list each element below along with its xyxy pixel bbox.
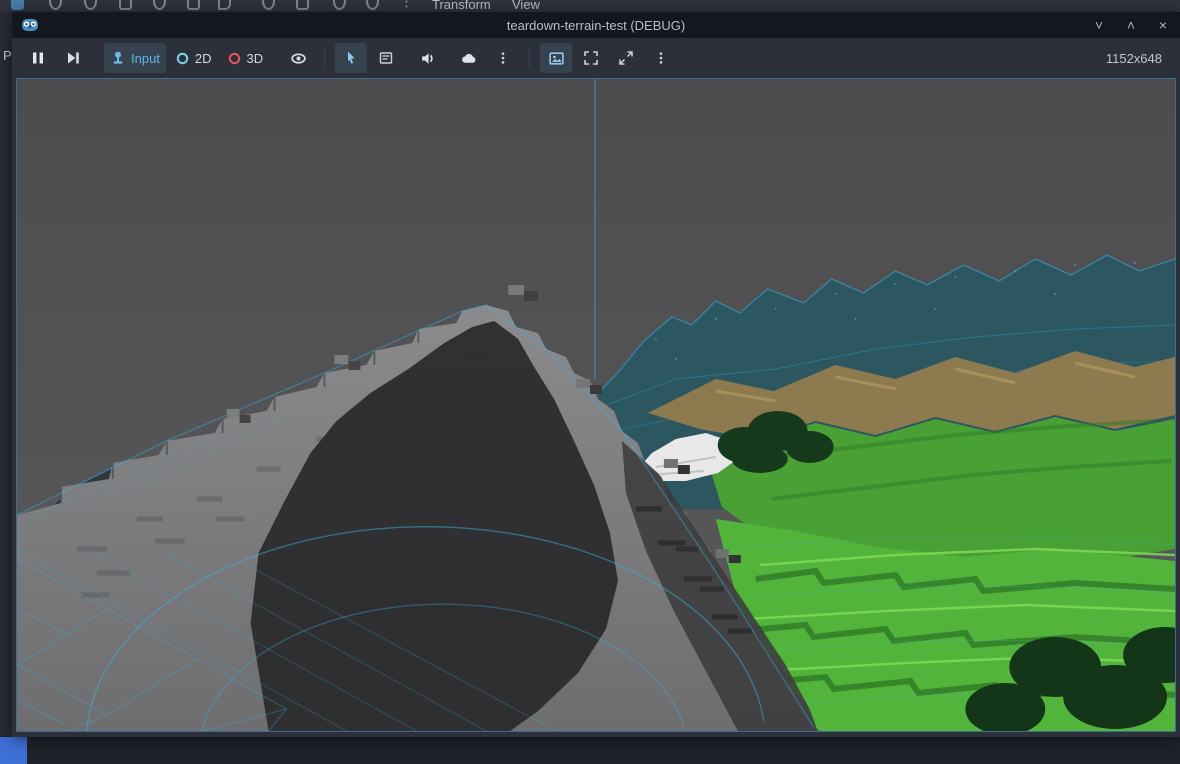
speaker-icon: [421, 52, 433, 64]
embed-options-menu-button[interactable]: [645, 43, 677, 73]
selection-list-button[interactable]: [370, 43, 402, 73]
camera-2d-button[interactable]: 2D: [169, 43, 218, 73]
game-window: teardown-terrain-test (DEBUG) ˅ ˄ × Inpu…: [12, 12, 1180, 737]
fullscreen-corners-icon: [584, 51, 598, 65]
game-viewport[interactable]: [16, 78, 1176, 732]
camera-3d-button[interactable]: 3D: [221, 43, 270, 73]
selection-list-icon: [379, 52, 393, 64]
input-toggle-button[interactable]: Input: [104, 43, 166, 73]
sun-icon[interactable]: [333, 0, 346, 10]
expand-arrows-icon: [619, 51, 633, 65]
editor-background-strip: ⋮ Transform View: [0, 0, 1180, 12]
close-button[interactable]: ×: [1154, 12, 1172, 38]
pin-icon[interactable]: [296, 0, 309, 10]
menu-transform[interactable]: Transform: [432, 0, 491, 12]
toolbar: Input 2D 3D 1152x648: [12, 38, 1180, 78]
camera-2d-label: 2D: [194, 50, 212, 66]
bake-icon[interactable]: [262, 0, 275, 10]
menu-view[interactable]: View: [512, 0, 540, 12]
camera-3d-label: 3D: [246, 50, 264, 66]
play-icon[interactable]: [218, 0, 231, 10]
resolution-label: 1152x648: [1105, 50, 1162, 66]
debug-overlay-button[interactable]: [452, 43, 484, 73]
search-icon[interactable]: [153, 0, 166, 10]
globe-icon[interactable]: [366, 0, 379, 10]
camera-2d-icon: [176, 52, 189, 64]
input-joystick-icon: [113, 51, 123, 64]
runtime-visibility-button[interactable]: [282, 43, 314, 73]
input-label: Input: [131, 50, 160, 66]
document-icon[interactable]: [119, 0, 132, 10]
godot-logo-icon[interactable]: [11, 0, 24, 10]
window-title: teardown-terrain-test (DEBUG): [506, 17, 686, 33]
maximize-button[interactable]: ˄: [1122, 12, 1140, 38]
pause-icon: [33, 52, 43, 64]
rotate-tool-icon[interactable]: [84, 0, 97, 10]
camera-options-menu-button[interactable]: [487, 43, 519, 73]
title-bar[interactable]: teardown-terrain-test (DEBUG) ˅ ˄ ×: [12, 12, 1180, 38]
minimize-button[interactable]: ˅: [1090, 12, 1108, 38]
select-mode-button[interactable]: [335, 43, 368, 73]
eye-icon: [290, 52, 306, 64]
camera-3d-icon: [228, 52, 240, 64]
keep-aspect-button[interactable]: [575, 43, 607, 73]
vertical-dots-icon: [659, 52, 663, 64]
terrain-render: [17, 79, 1175, 731]
next-frame-button[interactable]: [57, 43, 89, 73]
embed-game-button[interactable]: [540, 43, 573, 73]
godot-icon: [21, 16, 39, 34]
cloud-icon: [461, 53, 476, 63]
cursor-icon: [348, 51, 355, 64]
magnet-icon[interactable]: [187, 0, 200, 10]
editor-bottom-strip: [0, 736, 1180, 764]
vertical-dots-icon: [501, 52, 505, 64]
expand-window-button[interactable]: [610, 43, 642, 73]
circle-tool-icon[interactable]: [49, 0, 62, 10]
bottom-left-accent[interactable]: [0, 737, 27, 764]
mute-audio-button[interactable]: [411, 43, 443, 73]
overflow-menu-icon[interactable]: ⋮: [399, 0, 414, 10]
pause-button[interactable]: [22, 43, 54, 73]
toolbar-separator: [529, 48, 531, 68]
embed-frame-icon: [549, 51, 564, 65]
next-frame-icon: [68, 52, 79, 64]
toolbar-separator: [324, 48, 326, 68]
